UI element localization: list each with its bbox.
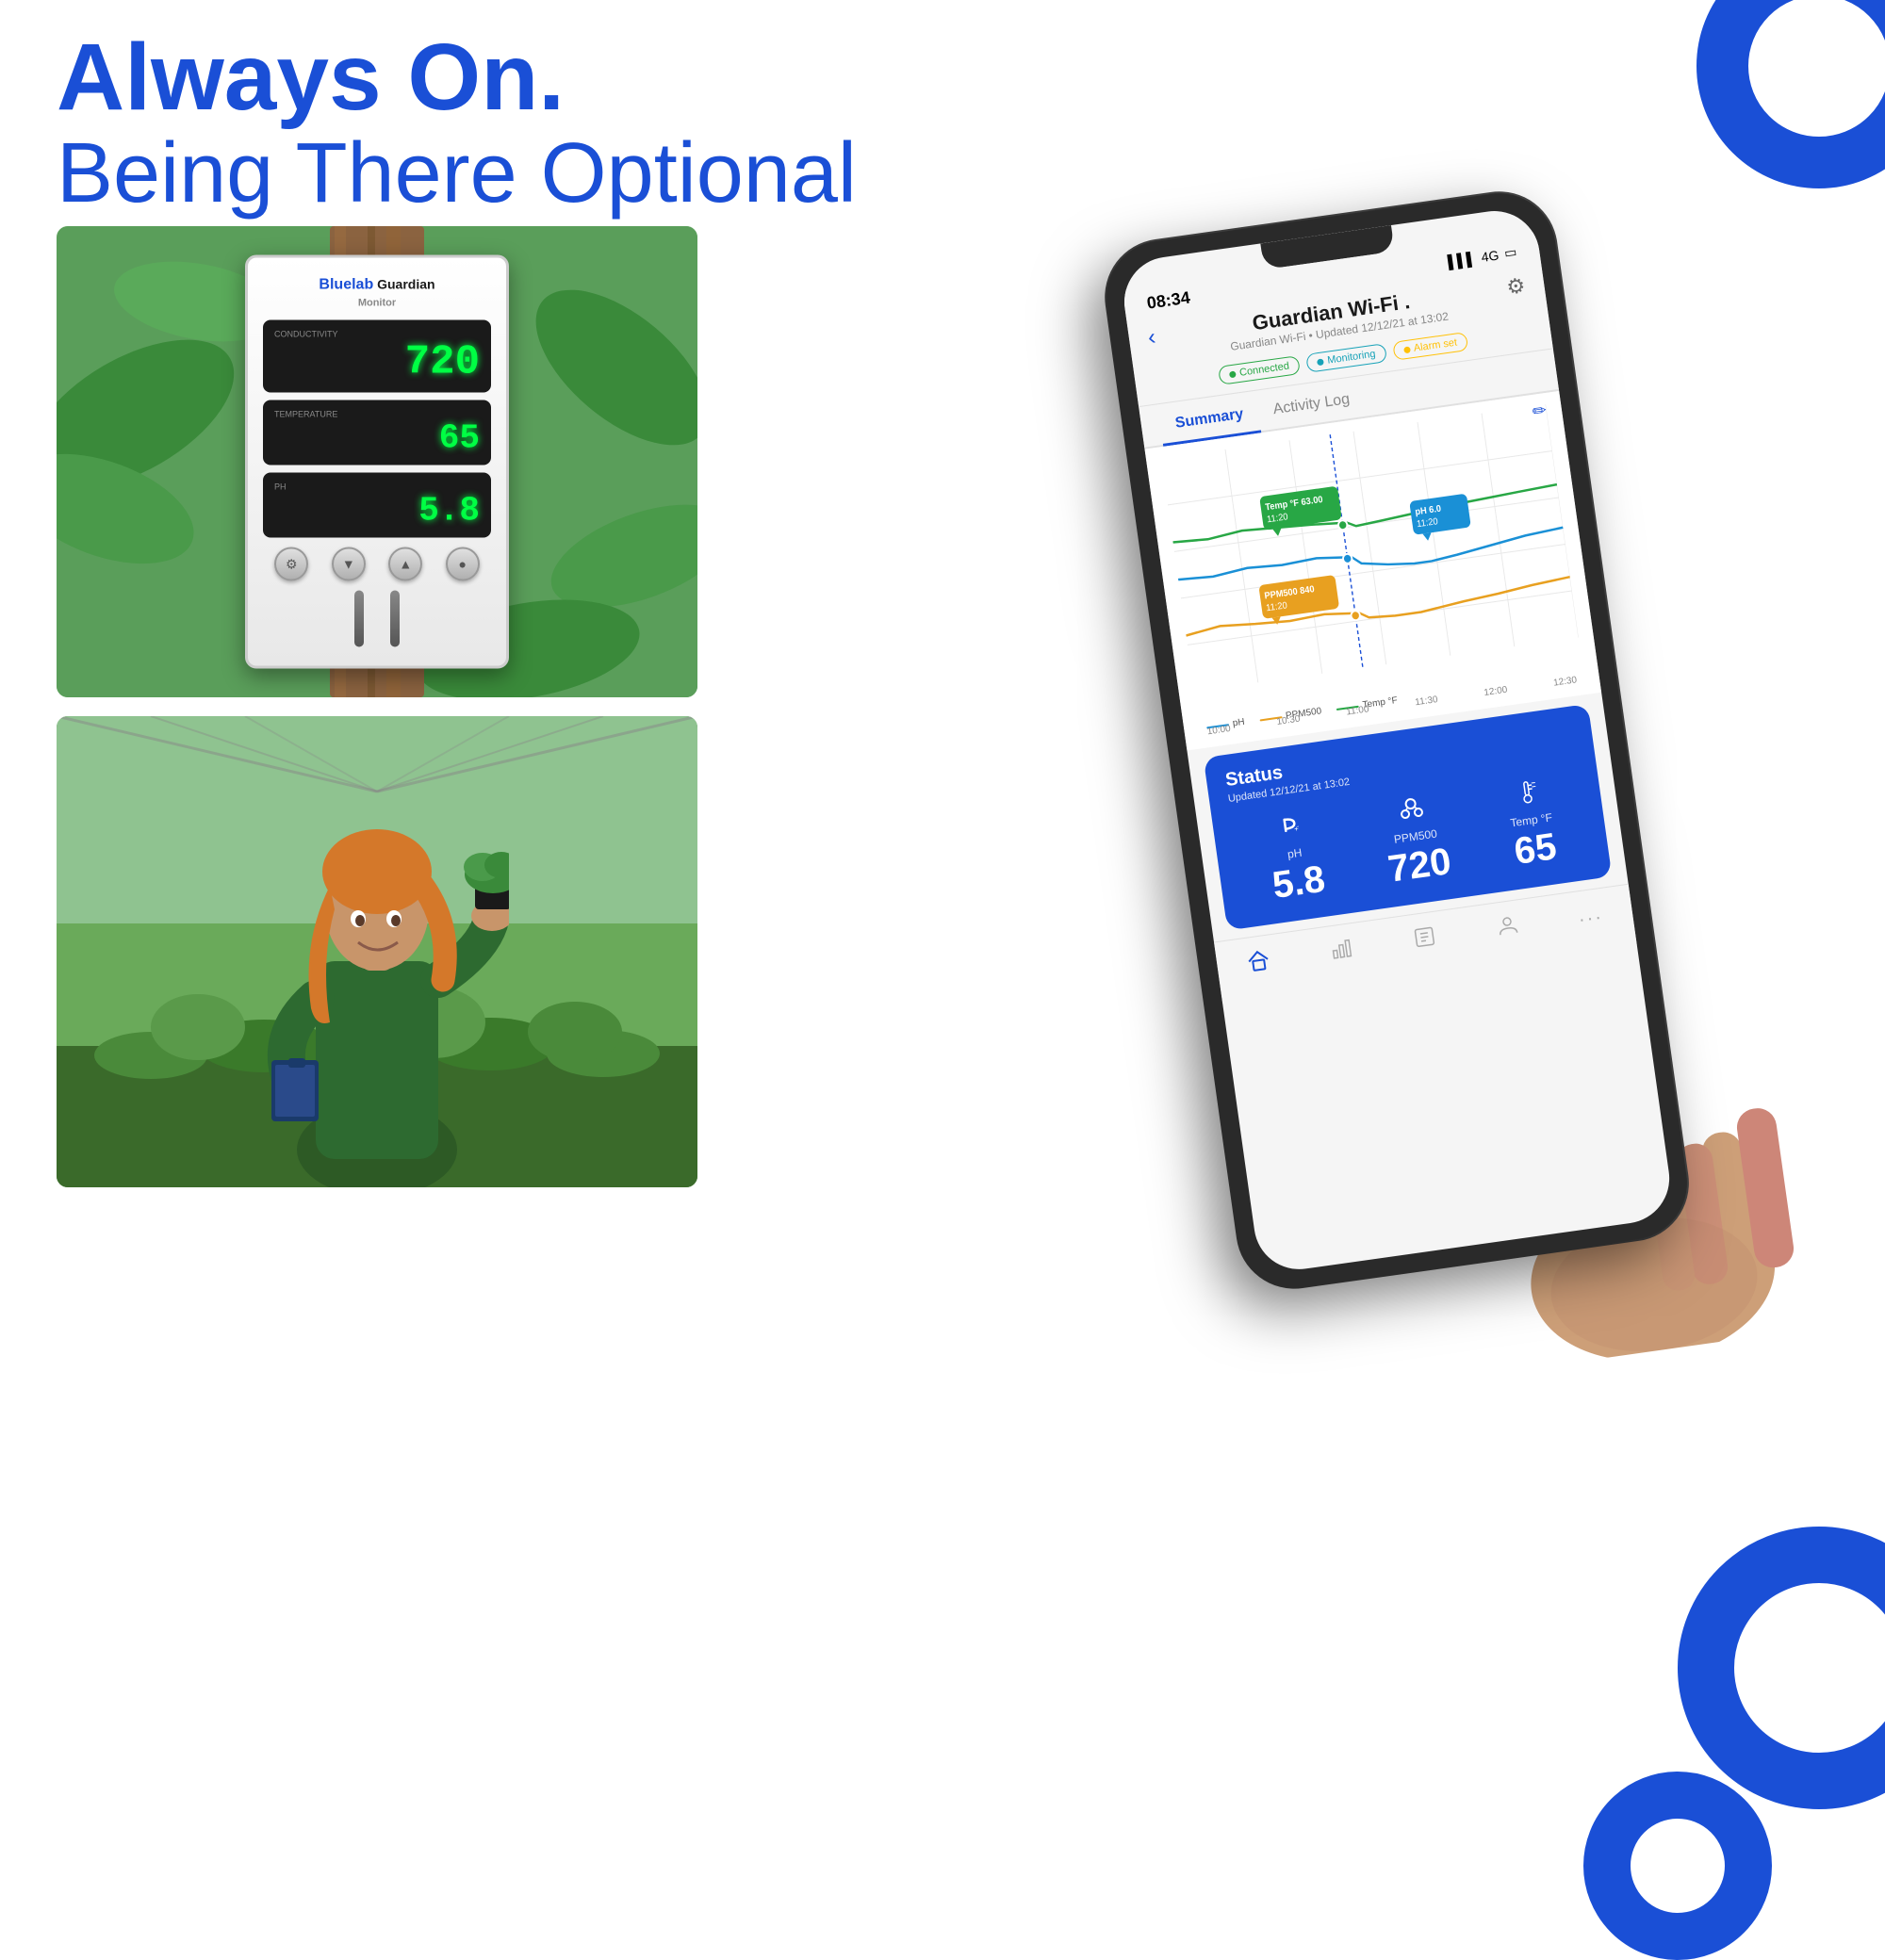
ph-metric-value: 5.8 [1270,860,1328,905]
display-conductivity: Conductivity 720 [263,320,491,393]
temp-value: 65 [274,422,480,456]
metric-ph: + - pH 5.8 [1263,808,1327,905]
connected-dot [1229,370,1237,378]
connected-label: Connected [1238,361,1289,379]
temp-label: Temperature [274,410,480,419]
nav-home[interactable] [1245,946,1273,980]
metric-temp: Temp °F 65 [1504,776,1559,871]
network-label: 4G [1481,247,1500,264]
chart-area: ✏ [1144,391,1601,751]
monitoring-label: Monitoring [1327,349,1377,367]
alarm-dot [1403,346,1411,353]
gear-button[interactable]: ⚙ [1505,273,1527,300]
nav-user[interactable] [1494,911,1522,945]
deco-arc-bottom [1678,1527,1885,1809]
btn-up: ▲ [388,547,422,581]
back-button[interactable]: ‹ [1146,324,1157,351]
ph-label: pH [274,482,480,492]
status-time: 08:34 [1146,288,1192,314]
device-brand: Bluelab Guardian Monitor [263,277,491,309]
temp-metric-value: 65 [1512,827,1559,871]
btn-settings: ⚙ [274,547,308,581]
monitoring-dot [1317,358,1324,366]
device-buttons: ⚙ ▼ ▲ ● [263,547,491,581]
temp-icon [1504,776,1550,813]
signal-icon: ▌▌▌ [1447,250,1477,269]
panel-person [57,716,697,1187]
header-title-bold: Always On. [57,28,857,127]
device-monitor: Bluelab Guardian Monitor Conductivity 72… [245,255,509,669]
ph-icon: + - [1263,808,1320,846]
ppm-icon [1379,790,1446,830]
badge-alarm: Alarm set [1392,332,1468,361]
nav-book[interactable] [1411,923,1439,957]
ph-value: 5.8 [274,495,480,529]
display-ph: pH 5.8 [263,473,491,538]
btn-enter: ● [446,547,480,581]
badge-connected: Connected [1218,355,1301,385]
deco-arc-bottom2 [1583,1772,1772,1960]
btn-down: ▼ [332,547,366,581]
nav-more[interactable]: ··· [1577,902,1605,931]
header-title-regular: Being There Optional [57,127,857,220]
deco-arc-top [1696,0,1885,188]
nav-chart[interactable] [1328,935,1356,969]
metric-ppm: PPM500 720 [1379,790,1453,888]
svg-text:-: - [1296,824,1300,830]
conductivity-value: 720 [274,342,480,384]
display-temperature: Temperature 65 [263,400,491,466]
panel-device: Bluelab Guardian Monitor Conductivity 72… [57,226,697,697]
chart-container: Temp °F 63.00 11:20 pH 6.0 11:20 PPM500 … [1161,404,1582,720]
alarm-label: Alarm set [1413,337,1458,354]
conductivity-label: Conductivity [274,330,480,339]
battery-icon: ▭ [1503,244,1517,262]
phone-screen: 08:34 ▌▌▌ 4G ▭ ‹ Guardian Wi-Fi . ⚙ Guar… [1119,205,1676,1275]
ppm-metric-value: 720 [1385,842,1453,889]
left-panels: Bluelab Guardian Monitor Conductivity 72… [57,226,697,1187]
phone-outer: 08:34 ▌▌▌ 4G ▭ ‹ Guardian Wi-Fi . ⚙ Guar… [1099,186,1694,1294]
phone-section: 08:34 ▌▌▌ 4G ▭ ‹ Guardian Wi-Fi . ⚙ Guar… [1169,207,1866,1263]
badge-monitoring: Monitoring [1305,343,1386,373]
status-icons: ▌▌▌ 4G ▭ [1447,244,1517,270]
header-section: Always On. Being There Optional [57,28,857,220]
